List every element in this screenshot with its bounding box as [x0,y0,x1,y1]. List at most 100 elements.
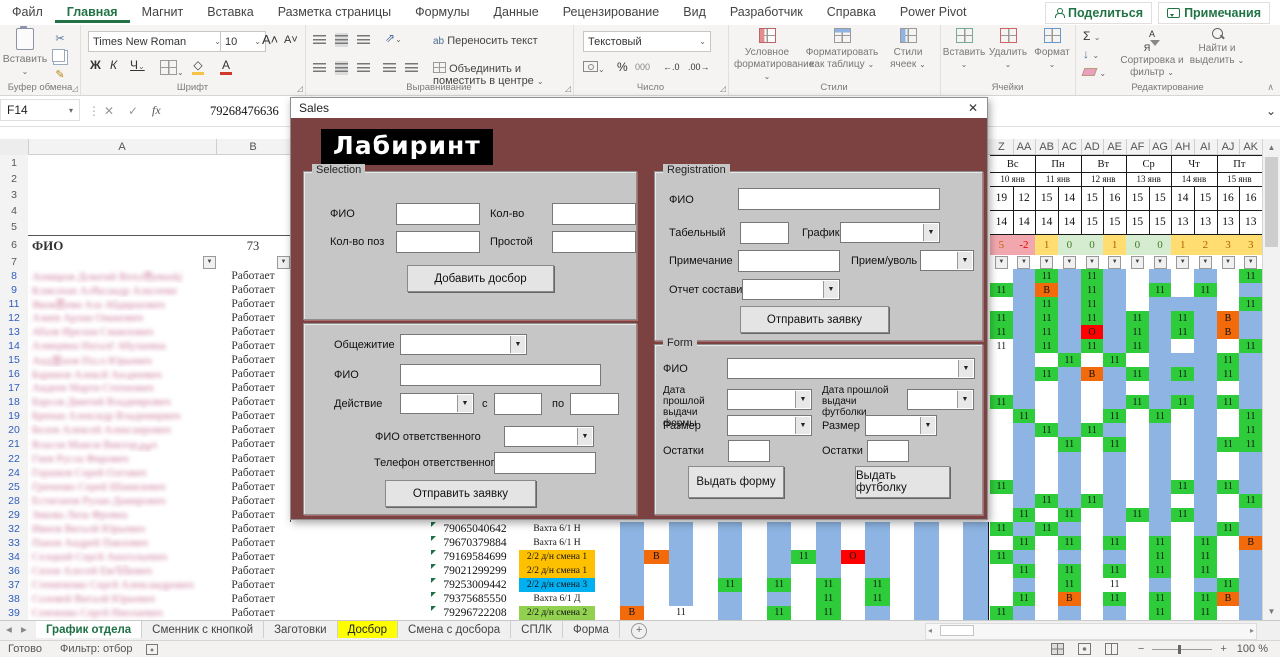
cell-phone-33[interactable]: 79670379884 [431,535,520,551]
cell-name-34[interactable]: Селцкий Сергй Анатольевич [28,549,217,565]
shift-cell-mid-r38[interactable] [668,591,695,607]
shift-cell-r21[interactable] [1012,437,1037,453]
empty-cell[interactable] [290,577,338,593]
shift-cell-r17[interactable] [990,381,1014,397]
shift-cell-mid-r38[interactable] [693,591,719,607]
report-by-combo[interactable]: ▼ [742,279,840,300]
shift-cell-r18[interactable] [1148,395,1173,411]
shift-cell-r28[interactable]: 11 [1239,493,1264,509]
sheet-tab-сменник-с-кнопкой[interactable]: Сменник с кнопкой [142,621,265,638]
shift-cell-r22[interactable] [990,451,1014,467]
chevron-down-icon[interactable]: ▼ [823,281,838,298]
shift-cell-r14[interactable]: 11 [990,339,1014,355]
delete-cells-button[interactable]: Удалить ⌄ [986,28,1030,86]
shift-cell-r11[interactable]: 11 [1080,297,1105,313]
shift-cell-mid-r39[interactable] [938,605,965,621]
shift-cell-r8[interactable] [1012,269,1037,285]
shift-cell-r39[interactable]: 11 [1148,605,1173,621]
shift-cell-r39[interactable] [1216,605,1241,621]
cell-name-36[interactable]: Сизов Алесей Евгենевич [28,563,217,579]
filter-dropdown-icon[interactable]: ▼ [1221,255,1235,269]
cell-B4[interactable] [216,203,291,220]
shift-cell-r13[interactable]: В [1216,325,1241,341]
shift-cell-r36[interactable] [1216,563,1241,579]
cell-phone-37[interactable]: 79253009442 [431,577,520,593]
ribbon-tab-справка[interactable]: Справка [815,0,888,23]
shift-cell-r8[interactable] [1194,269,1218,285]
increase-indent-button[interactable] [405,61,418,75]
shift-cell-r18[interactable] [1103,395,1127,411]
column-header-AE[interactable]: AE [1103,139,1127,155]
shift-cell-r36[interactable]: 11 [1194,563,1218,579]
sheet-tab-заготовки[interactable]: Заготовки [264,621,338,638]
shift-cell-r38[interactable]: В [1058,591,1082,607]
shift-cell-r8[interactable] [1216,269,1241,285]
shift-cell-r20[interactable]: 11 [1035,423,1059,439]
count-night-cell[interactable]: 15 [1126,210,1150,235]
cell-status-38[interactable]: Работает [216,591,291,607]
shift-cell-mid-r39[interactable] [840,605,867,621]
cell-status-16[interactable]: Работает [216,367,291,383]
cell-B5[interactable] [216,219,291,236]
rest1-input[interactable] [728,440,770,462]
shift-cell-r32[interactable] [1012,521,1037,537]
shift-cell-r39[interactable] [1080,605,1105,621]
shift-cell-r19[interactable] [1035,409,1059,425]
cell-B3[interactable] [216,187,291,204]
row-header-32[interactable]: 32 [0,521,29,537]
shift-cell-r19[interactable] [1080,409,1105,425]
shift-cell-r8[interactable] [1103,269,1127,285]
count-day-cell[interactable]: 16 [1239,186,1264,211]
shift-cell-mid-r39[interactable] [717,605,744,621]
cell-shift-type-39[interactable]: 2/2 д/н смена 2 [519,605,596,621]
shift-cell-r25[interactable] [1012,479,1037,495]
shift-cell-r14[interactable] [1012,339,1037,355]
vertical-scrollbar[interactable]: ▲ ▼ [1262,139,1280,620]
shift-cell-r18[interactable] [1239,395,1264,411]
shift-cell-mid-r32[interactable] [742,521,768,537]
shift-cell-mid-r36[interactable] [644,563,670,579]
shift-cell-r18[interactable]: 11 [1171,395,1196,411]
schedule-filter-cell[interactable]: ▼ [1148,255,1173,270]
shift-cell-r8[interactable]: 11 [1239,269,1264,285]
shift-cell-mid-r36[interactable] [840,563,867,579]
shift-cell-r17[interactable] [1035,381,1059,397]
shift-cell-r24[interactable] [1012,465,1037,481]
row-header-11[interactable]: 11 [0,297,29,313]
empty-cell[interactable] [384,591,432,607]
cell-name-39[interactable]: Семченко Сергй Ниолаевич [28,605,217,621]
empty-cell[interactable] [290,549,338,565]
qty-pos-input[interactable] [396,231,480,253]
cut-button[interactable]: ✂ [52,31,68,47]
shift-cell-r32[interactable] [1058,521,1082,537]
column-header-AI[interactable]: AI [1194,139,1218,155]
cell-status-32[interactable]: Работает [216,521,291,537]
shift-cell-mid-r38[interactable] [644,591,670,607]
cell-status-14[interactable]: Работает [216,339,291,355]
normal-view-icon[interactable] [1050,643,1064,655]
count-day-cell[interactable]: 15 [1080,186,1105,211]
shift-cell-r37[interactable] [1171,577,1196,593]
cell-name-17[interactable]: Андеев Мартн Степнович [28,381,217,397]
shift-cell-mid-r32[interactable] [816,521,842,537]
shift-cell-r33[interactable] [1035,535,1059,551]
shift-cell-r15[interactable]: 11 [1058,353,1082,369]
shift-cell-r20[interactable] [1194,423,1218,439]
cell-status-12[interactable]: Работает [216,311,291,327]
shift-cell-r19[interactable] [1058,409,1082,425]
cell-status-19[interactable]: Работает [216,409,291,425]
rest2-input[interactable] [867,440,909,462]
count-day-cell[interactable]: 19 [990,186,1014,211]
shift-cell-r21[interactable] [1126,437,1150,453]
balance-cell[interactable]: 0 [1148,235,1173,256]
empty-cell[interactable] [290,563,338,579]
filter-dropdown-icon[interactable]: ▼ [1017,255,1031,269]
filter-dropdown-icon[interactable]: ▼ [1085,255,1099,269]
shift-cell-r21[interactable]: 11 [1058,437,1082,453]
shift-cell-r33[interactable] [1080,535,1105,551]
shift-cell-r32[interactable]: 11 [990,521,1014,537]
schedule-filter-cell[interactable]: ▼ [1103,255,1127,270]
from-input[interactable] [494,393,542,415]
row-header-38[interactable]: 38 [0,591,29,607]
shift-cell-r12[interactable]: 11 [1171,311,1196,327]
